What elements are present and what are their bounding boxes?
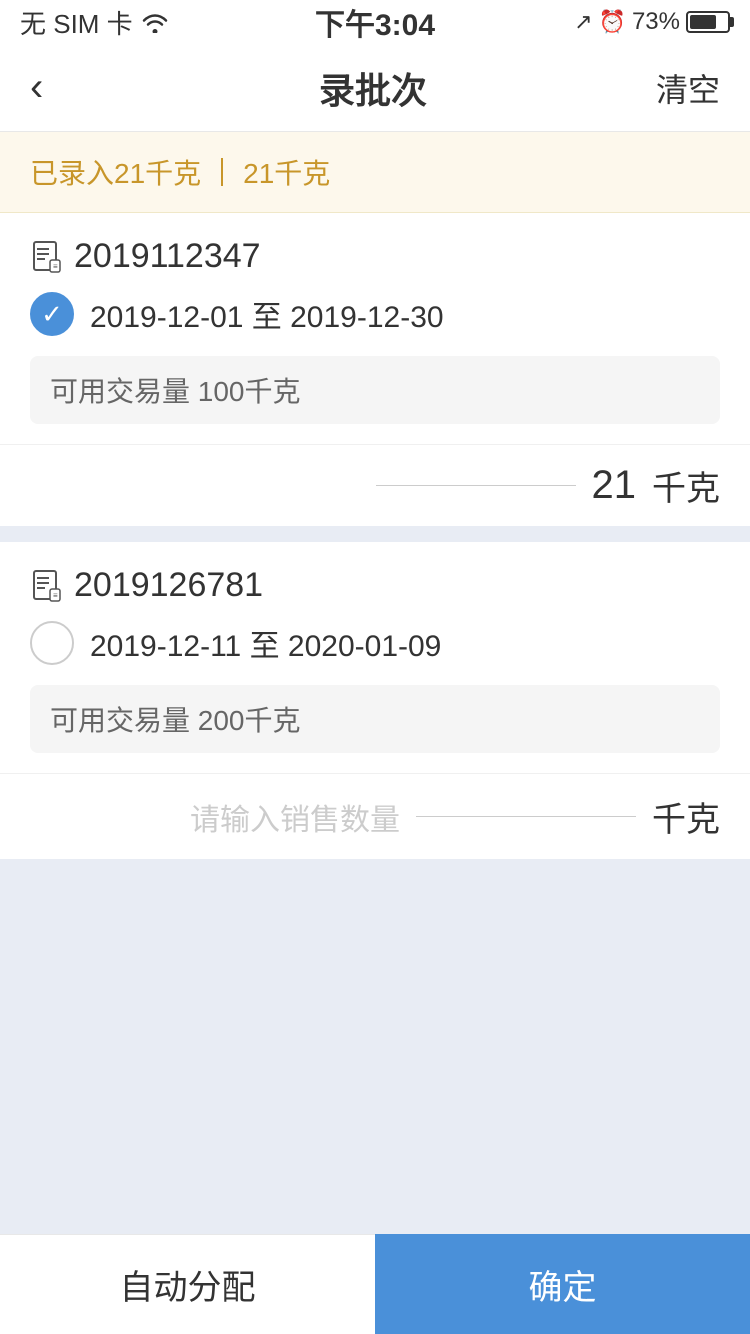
qty-unit-2: 千克 bbox=[652, 792, 720, 841]
batch-id-1: 2019112347 bbox=[74, 237, 261, 276]
batch-date-2: 2019-12-11 至 2020-01-09 bbox=[90, 621, 441, 665]
batch-date-row-2[interactable]: 2019-12-11 至 2020-01-09 bbox=[30, 621, 720, 665]
clear-button[interactable]: 清空 bbox=[656, 65, 720, 111]
status-carrier: 无 SIM 卡 bbox=[20, 4, 169, 41]
qty-underline-1 bbox=[376, 485, 576, 486]
battery-icon bbox=[686, 11, 730, 33]
doc-icon-2: ≡ bbox=[30, 569, 64, 603]
page-title: 录批次 bbox=[319, 62, 427, 114]
qty-placeholder-2[interactable]: 请输入销售数量 bbox=[190, 795, 400, 839]
qty-value-1[interactable]: 21 bbox=[592, 463, 637, 508]
location-icon: ↗ bbox=[574, 9, 592, 35]
nav-bar: ‹ 录批次 清空 bbox=[0, 44, 750, 132]
available-qty-1: 可用交易量 100千克 bbox=[30, 356, 720, 424]
batch-id-row-1: ≡ 2019112347 bbox=[30, 237, 720, 276]
confirm-button[interactable]: 确定 bbox=[375, 1234, 750, 1334]
main-content: ≡ 2019112347 ✓ 2019-12-01 至 2019-12-30 可… bbox=[0, 213, 750, 1299]
svg-text:≡: ≡ bbox=[53, 262, 58, 271]
footer: 自动分配 确定 bbox=[0, 1234, 750, 1334]
doc-icon-1: ≡ bbox=[30, 240, 64, 274]
info-amount: 21千克 bbox=[243, 152, 330, 192]
radio-2[interactable] bbox=[30, 621, 74, 665]
batch-date-row-1[interactable]: ✓ 2019-12-01 至 2019-12-30 bbox=[30, 292, 720, 336]
batch-card-2: ≡ 2019126781 2019-12-11 至 2020-01-09 可用交… bbox=[0, 542, 750, 859]
info-divider bbox=[221, 158, 223, 186]
qty-underline-2 bbox=[416, 816, 636, 817]
status-time: 下午3:04 bbox=[315, 0, 435, 44]
auto-distribute-button[interactable]: 自动分配 bbox=[0, 1234, 375, 1334]
status-indicators: ↗ ⏰ 73% bbox=[574, 8, 730, 36]
carrier-text: 无 SIM 卡 bbox=[20, 4, 133, 41]
bottom-spacer bbox=[0, 859, 750, 1299]
check-icon-1: ✓ bbox=[41, 299, 63, 330]
section-separator bbox=[0, 526, 750, 542]
qty-input-row-1: 21 千克 bbox=[0, 444, 750, 526]
wifi-icon bbox=[141, 13, 169, 33]
battery-percent: 73% bbox=[632, 8, 680, 36]
svg-text:≡: ≡ bbox=[53, 591, 58, 600]
alarm-icon: ⏰ bbox=[599, 9, 626, 35]
recorded-label: 已录入21千克 bbox=[30, 152, 201, 192]
radio-1[interactable]: ✓ bbox=[30, 292, 74, 336]
back-button[interactable]: ‹ bbox=[30, 65, 90, 110]
qty-input-row-2: 请输入销售数量 千克 bbox=[0, 773, 750, 859]
available-qty-2: 可用交易量 200千克 bbox=[30, 685, 720, 753]
status-bar: 无 SIM 卡 下午3:04 ↗ ⏰ 73% bbox=[0, 0, 750, 44]
batch-date-1: 2019-12-01 至 2019-12-30 bbox=[90, 292, 444, 336]
batch-id-row-2: ≡ 2019126781 bbox=[30, 566, 720, 605]
info-banner: 已录入21千克 21千克 bbox=[0, 132, 750, 213]
batch-id-2: 2019126781 bbox=[74, 566, 263, 605]
batch-card-1: ≡ 2019112347 ✓ 2019-12-01 至 2019-12-30 可… bbox=[0, 213, 750, 526]
qty-unit-1: 千克 bbox=[652, 461, 720, 510]
